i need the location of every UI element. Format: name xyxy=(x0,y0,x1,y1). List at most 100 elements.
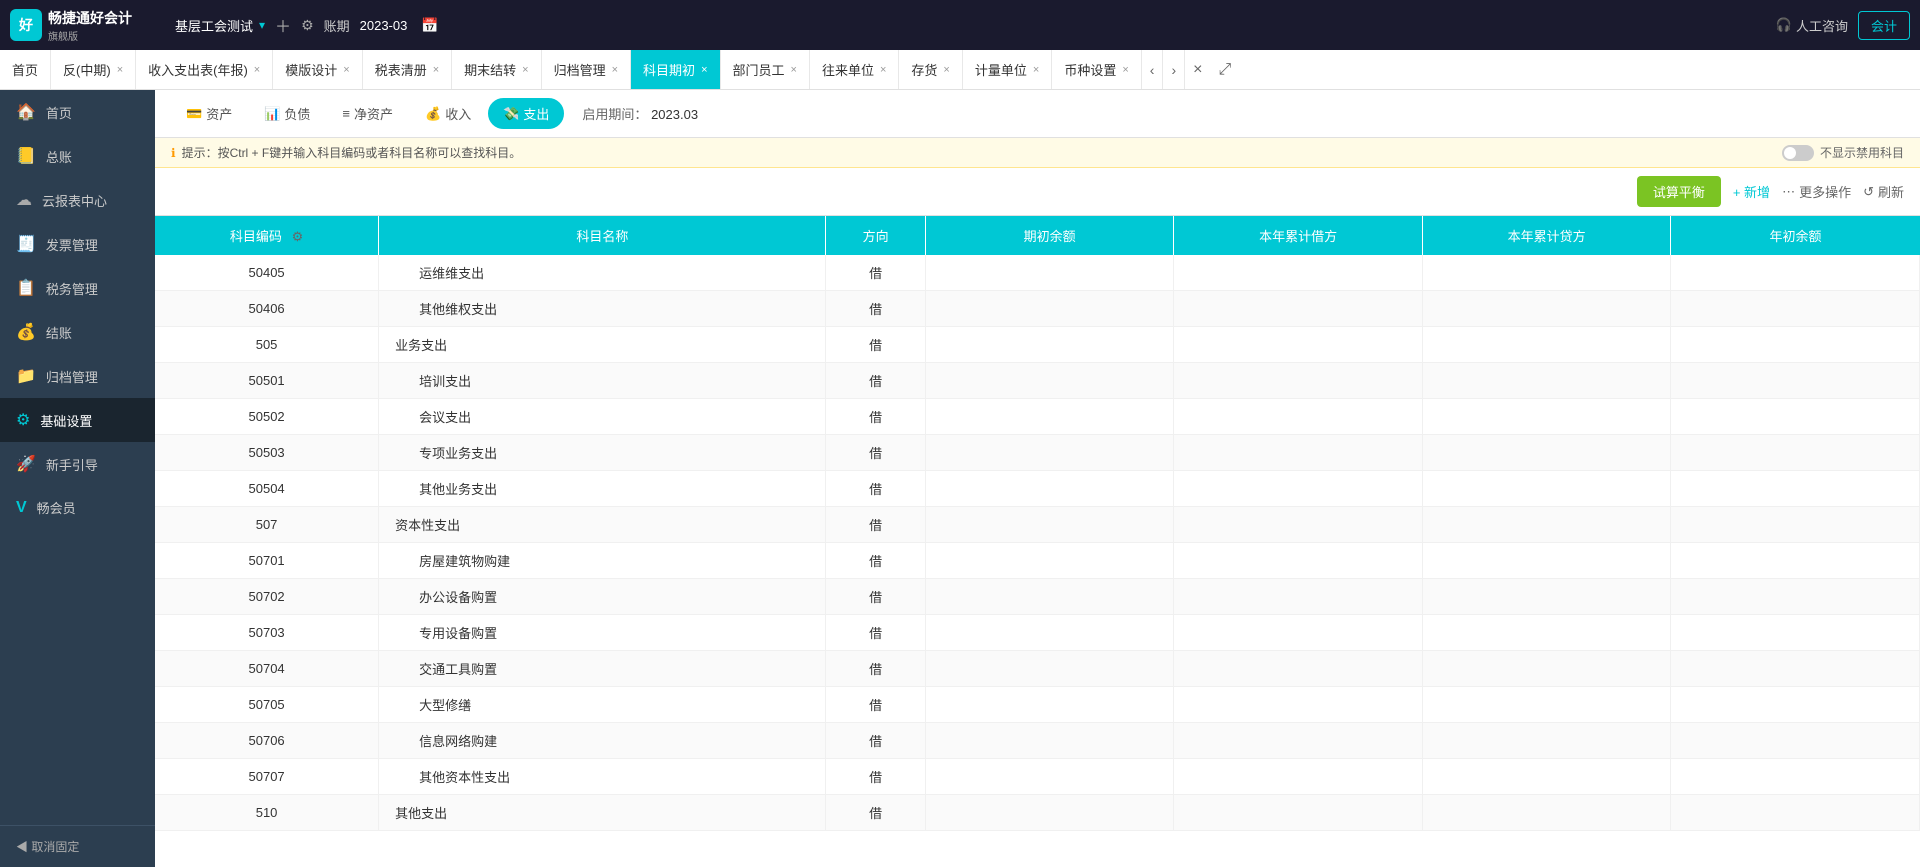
cell-year-balance xyxy=(1671,723,1920,759)
sub-tab-expense[interactable]: 💸 支出 xyxy=(488,98,564,129)
settings-icon[interactable]: ⚙ xyxy=(301,17,314,34)
cell-init-balance[interactable] xyxy=(925,399,1174,435)
close-tab-inventory[interactable]: × xyxy=(943,64,949,76)
period-value: 2023-03 xyxy=(360,18,408,33)
close-tab-period-end[interactable]: × xyxy=(522,64,528,76)
cell-init-balance[interactable] xyxy=(925,687,1174,723)
tab-home[interactable]: 首页 xyxy=(0,50,51,90)
close-tab-contacts[interactable]: × xyxy=(880,64,886,76)
tab-prev-button[interactable]: ‹ xyxy=(1142,50,1164,90)
close-tab-dept[interactable]: × xyxy=(791,64,797,76)
ledger-icon: 📒 xyxy=(16,146,36,166)
tab-unit[interactable]: 计量单位 × xyxy=(963,50,1052,90)
cell-ytd-credit xyxy=(1422,363,1671,399)
sidebar-item-tax[interactable]: 📋 税务管理 xyxy=(0,266,155,310)
tab-template[interactable]: 模版设计 × xyxy=(273,50,362,90)
sidebar-item-settle[interactable]: 💰 结账 xyxy=(0,310,155,354)
cell-init-balance[interactable] xyxy=(925,543,1174,579)
cell-init-balance[interactable] xyxy=(925,471,1174,507)
tab-subject-init[interactable]: 科目期初 × xyxy=(631,50,720,90)
cell-ytd-credit xyxy=(1422,291,1671,327)
balance-button[interactable]: 试算平衡 xyxy=(1637,176,1721,207)
cell-init-balance[interactable] xyxy=(925,579,1174,615)
settings-gear-icon: ⚙ xyxy=(16,410,30,430)
tab-inventory[interactable]: 存货 × xyxy=(899,50,962,90)
more-button[interactable]: ⋯ 更多操作 xyxy=(1782,182,1851,201)
cell-ytd-credit xyxy=(1422,687,1671,723)
col-code: 科目编码 ⚙ xyxy=(155,216,379,255)
tab-mid[interactable]: 反(中期) × xyxy=(51,50,136,90)
expand-tabs-button[interactable]: ⤢ xyxy=(1210,50,1239,90)
table-row: 50707其他资本性支出借 xyxy=(155,759,1920,795)
cell-code: 50501 xyxy=(155,363,379,399)
close-tab-income[interactable]: × xyxy=(254,64,260,76)
main-layout: 🏠 首页 📒 总账 ☁ 云报表中心 🧾 发票管理 📋 税务管理 💰 结账 📁 归… xyxy=(0,90,1920,867)
cell-init-balance[interactable] xyxy=(925,651,1174,687)
cell-name: 业务支出 xyxy=(379,327,826,363)
close-tab-archive[interactable]: × xyxy=(612,64,618,76)
company-name: 基层工会测试 xyxy=(175,16,253,35)
cell-init-balance[interactable] xyxy=(925,723,1174,759)
column-settings-icon[interactable]: ⚙ xyxy=(292,229,304,244)
tab-currency[interactable]: 币种设置 × xyxy=(1052,50,1141,90)
sidebar-item-reports[interactable]: ☁ 云报表中心 xyxy=(0,178,155,222)
company-selector[interactable]: 基层工会测试 ▾ xyxy=(175,16,265,35)
sidebar-item-home[interactable]: 🏠 首页 xyxy=(0,90,155,134)
add-company-button[interactable]: ＋ xyxy=(275,13,291,37)
cell-direction: 借 xyxy=(826,363,925,399)
sub-tab-liability[interactable]: 📊 负债 xyxy=(249,98,325,129)
tab-contacts[interactable]: 往来单位 × xyxy=(810,50,899,90)
cell-init-balance[interactable] xyxy=(925,615,1174,651)
net-asset-icon: ≡ xyxy=(342,106,350,121)
toggle-switch-control[interactable] xyxy=(1782,145,1814,161)
cell-ytd-credit xyxy=(1422,723,1671,759)
toggle-disabled-subjects[interactable]: 不显示禁用科目 xyxy=(1782,144,1904,161)
cell-direction: 借 xyxy=(826,435,925,471)
tab-period-end[interactable]: 期末结转 × xyxy=(452,50,541,90)
tab-income[interactable]: 收入支出表(年报) × xyxy=(136,50,273,90)
sidebar-item-settings[interactable]: ⚙ 基础设置 xyxy=(0,398,155,442)
cell-direction: 借 xyxy=(826,615,925,651)
calendar-icon[interactable]: 📅 xyxy=(421,17,438,34)
sidebar-item-member[interactable]: V 畅会员 xyxy=(0,486,155,529)
cell-init-balance[interactable] xyxy=(925,291,1174,327)
tab-archive[interactable]: 归档管理 × xyxy=(542,50,631,90)
cell-init-balance[interactable] xyxy=(925,435,1174,471)
close-tab-template[interactable]: × xyxy=(343,64,349,76)
sidebar-item-guide[interactable]: 🚀 新手引导 xyxy=(0,442,155,486)
close-tab-subject-init[interactable]: × xyxy=(701,64,707,76)
tab-currency-label: 币种设置 xyxy=(1064,60,1116,79)
cell-direction: 借 xyxy=(826,651,925,687)
close-all-tabs-button[interactable]: × xyxy=(1185,50,1210,90)
close-tab-currency[interactable]: × xyxy=(1122,64,1128,76)
cell-init-balance[interactable] xyxy=(925,255,1174,291)
sub-tab-net-asset[interactable]: ≡ 净资产 xyxy=(327,98,408,129)
close-tab-tax[interactable]: × xyxy=(433,64,439,76)
refresh-button[interactable]: ↺ 刷新 xyxy=(1863,182,1904,201)
sub-tab-income[interactable]: 💰 收入 xyxy=(410,98,486,129)
tab-dept[interactable]: 部门员工 × xyxy=(721,50,810,90)
close-tab-unit[interactable]: × xyxy=(1033,64,1039,76)
cell-init-balance[interactable] xyxy=(925,507,1174,543)
headset-icon: 🎧 xyxy=(1776,17,1792,33)
cell-init-balance[interactable] xyxy=(925,759,1174,795)
sidebar-collapse-button[interactable]: ◀ 取消固定 xyxy=(0,825,155,867)
close-tab-mid[interactable]: × xyxy=(117,64,123,76)
tab-next-button[interactable]: › xyxy=(1163,50,1185,90)
cell-init-balance[interactable] xyxy=(925,327,1174,363)
tab-archive-label: 归档管理 xyxy=(554,60,606,79)
sidebar-item-invoice[interactable]: 🧾 发票管理 xyxy=(0,222,155,266)
sidebar-label-member: 畅会员 xyxy=(37,498,76,517)
sidebar-item-ledger[interactable]: 📒 总账 xyxy=(0,134,155,178)
action-bar: 试算平衡 + 新增 ⋯ 更多操作 ↺ 刷新 xyxy=(155,168,1920,216)
cell-init-balance[interactable] xyxy=(925,363,1174,399)
account-button[interactable]: 会计 xyxy=(1858,11,1910,40)
cell-init-balance[interactable] xyxy=(925,795,1174,831)
tab-tax[interactable]: 税表清册 × xyxy=(363,50,452,90)
sidebar-item-archive[interactable]: 📁 归档管理 xyxy=(0,354,155,398)
cell-ytd-credit xyxy=(1422,255,1671,291)
help-button[interactable]: 🎧 人工咨询 xyxy=(1776,16,1848,35)
home-icon: 🏠 xyxy=(16,102,36,122)
sub-tab-asset[interactable]: 💳 资产 xyxy=(171,98,247,129)
add-button[interactable]: + 新增 xyxy=(1733,182,1770,201)
